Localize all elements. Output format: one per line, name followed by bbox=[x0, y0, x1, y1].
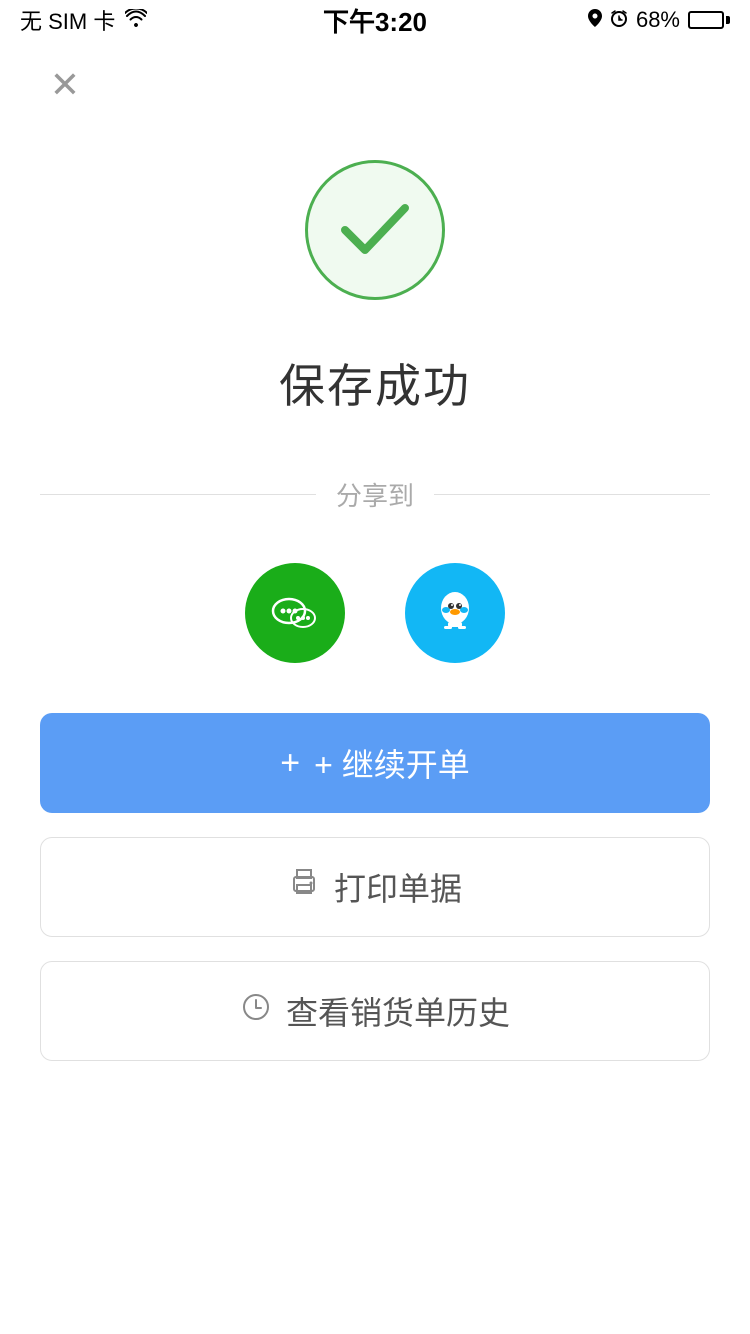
status-bar: 无 SIM 卡 下午3:20 68% bbox=[0, 0, 750, 40]
print-label: 打印单据 bbox=[334, 864, 462, 910]
print-button[interactable]: 打印单据 bbox=[40, 837, 710, 937]
share-wechat-button[interactable] bbox=[245, 563, 345, 663]
battery-icon bbox=[688, 11, 730, 29]
history-icon bbox=[240, 991, 272, 1031]
share-section: 分享到 bbox=[0, 476, 750, 663]
status-left: 无 SIM 卡 bbox=[20, 4, 147, 36]
share-divider: 分享到 bbox=[40, 476, 710, 513]
alarm-icon bbox=[610, 7, 628, 33]
success-icon-circle bbox=[305, 160, 445, 300]
status-right: 68% bbox=[588, 7, 730, 33]
wechat-icon bbox=[267, 585, 323, 641]
continue-label: + 继续开单 bbox=[314, 740, 470, 786]
checkmark-icon bbox=[339, 200, 411, 260]
location-icon bbox=[588, 7, 602, 33]
main-content: ✕ 保存成功 分享到 bbox=[0, 40, 750, 1334]
qq-icon bbox=[426, 584, 484, 642]
continue-button[interactable]: + + 继续开单 bbox=[40, 713, 710, 813]
status-time: 下午3:20 bbox=[323, 2, 427, 39]
share-label: 分享到 bbox=[336, 476, 414, 513]
action-buttons: + + 继续开单 打印单据 查看销货单历史 bbox=[0, 713, 750, 1061]
history-label: 查看销货单历史 bbox=[286, 988, 510, 1034]
share-icons bbox=[40, 563, 710, 663]
wifi-icon bbox=[125, 7, 147, 33]
success-title: 保存成功 bbox=[279, 350, 471, 416]
print-icon bbox=[288, 867, 320, 907]
close-button[interactable]: ✕ bbox=[40, 60, 90, 110]
plus-icon: + bbox=[280, 744, 300, 783]
history-button[interactable]: 查看销货单历史 bbox=[40, 961, 710, 1061]
share-qq-button[interactable] bbox=[405, 563, 505, 663]
carrier-text: 无 SIM 卡 bbox=[20, 4, 115, 36]
battery-percent: 68% bbox=[636, 7, 680, 33]
